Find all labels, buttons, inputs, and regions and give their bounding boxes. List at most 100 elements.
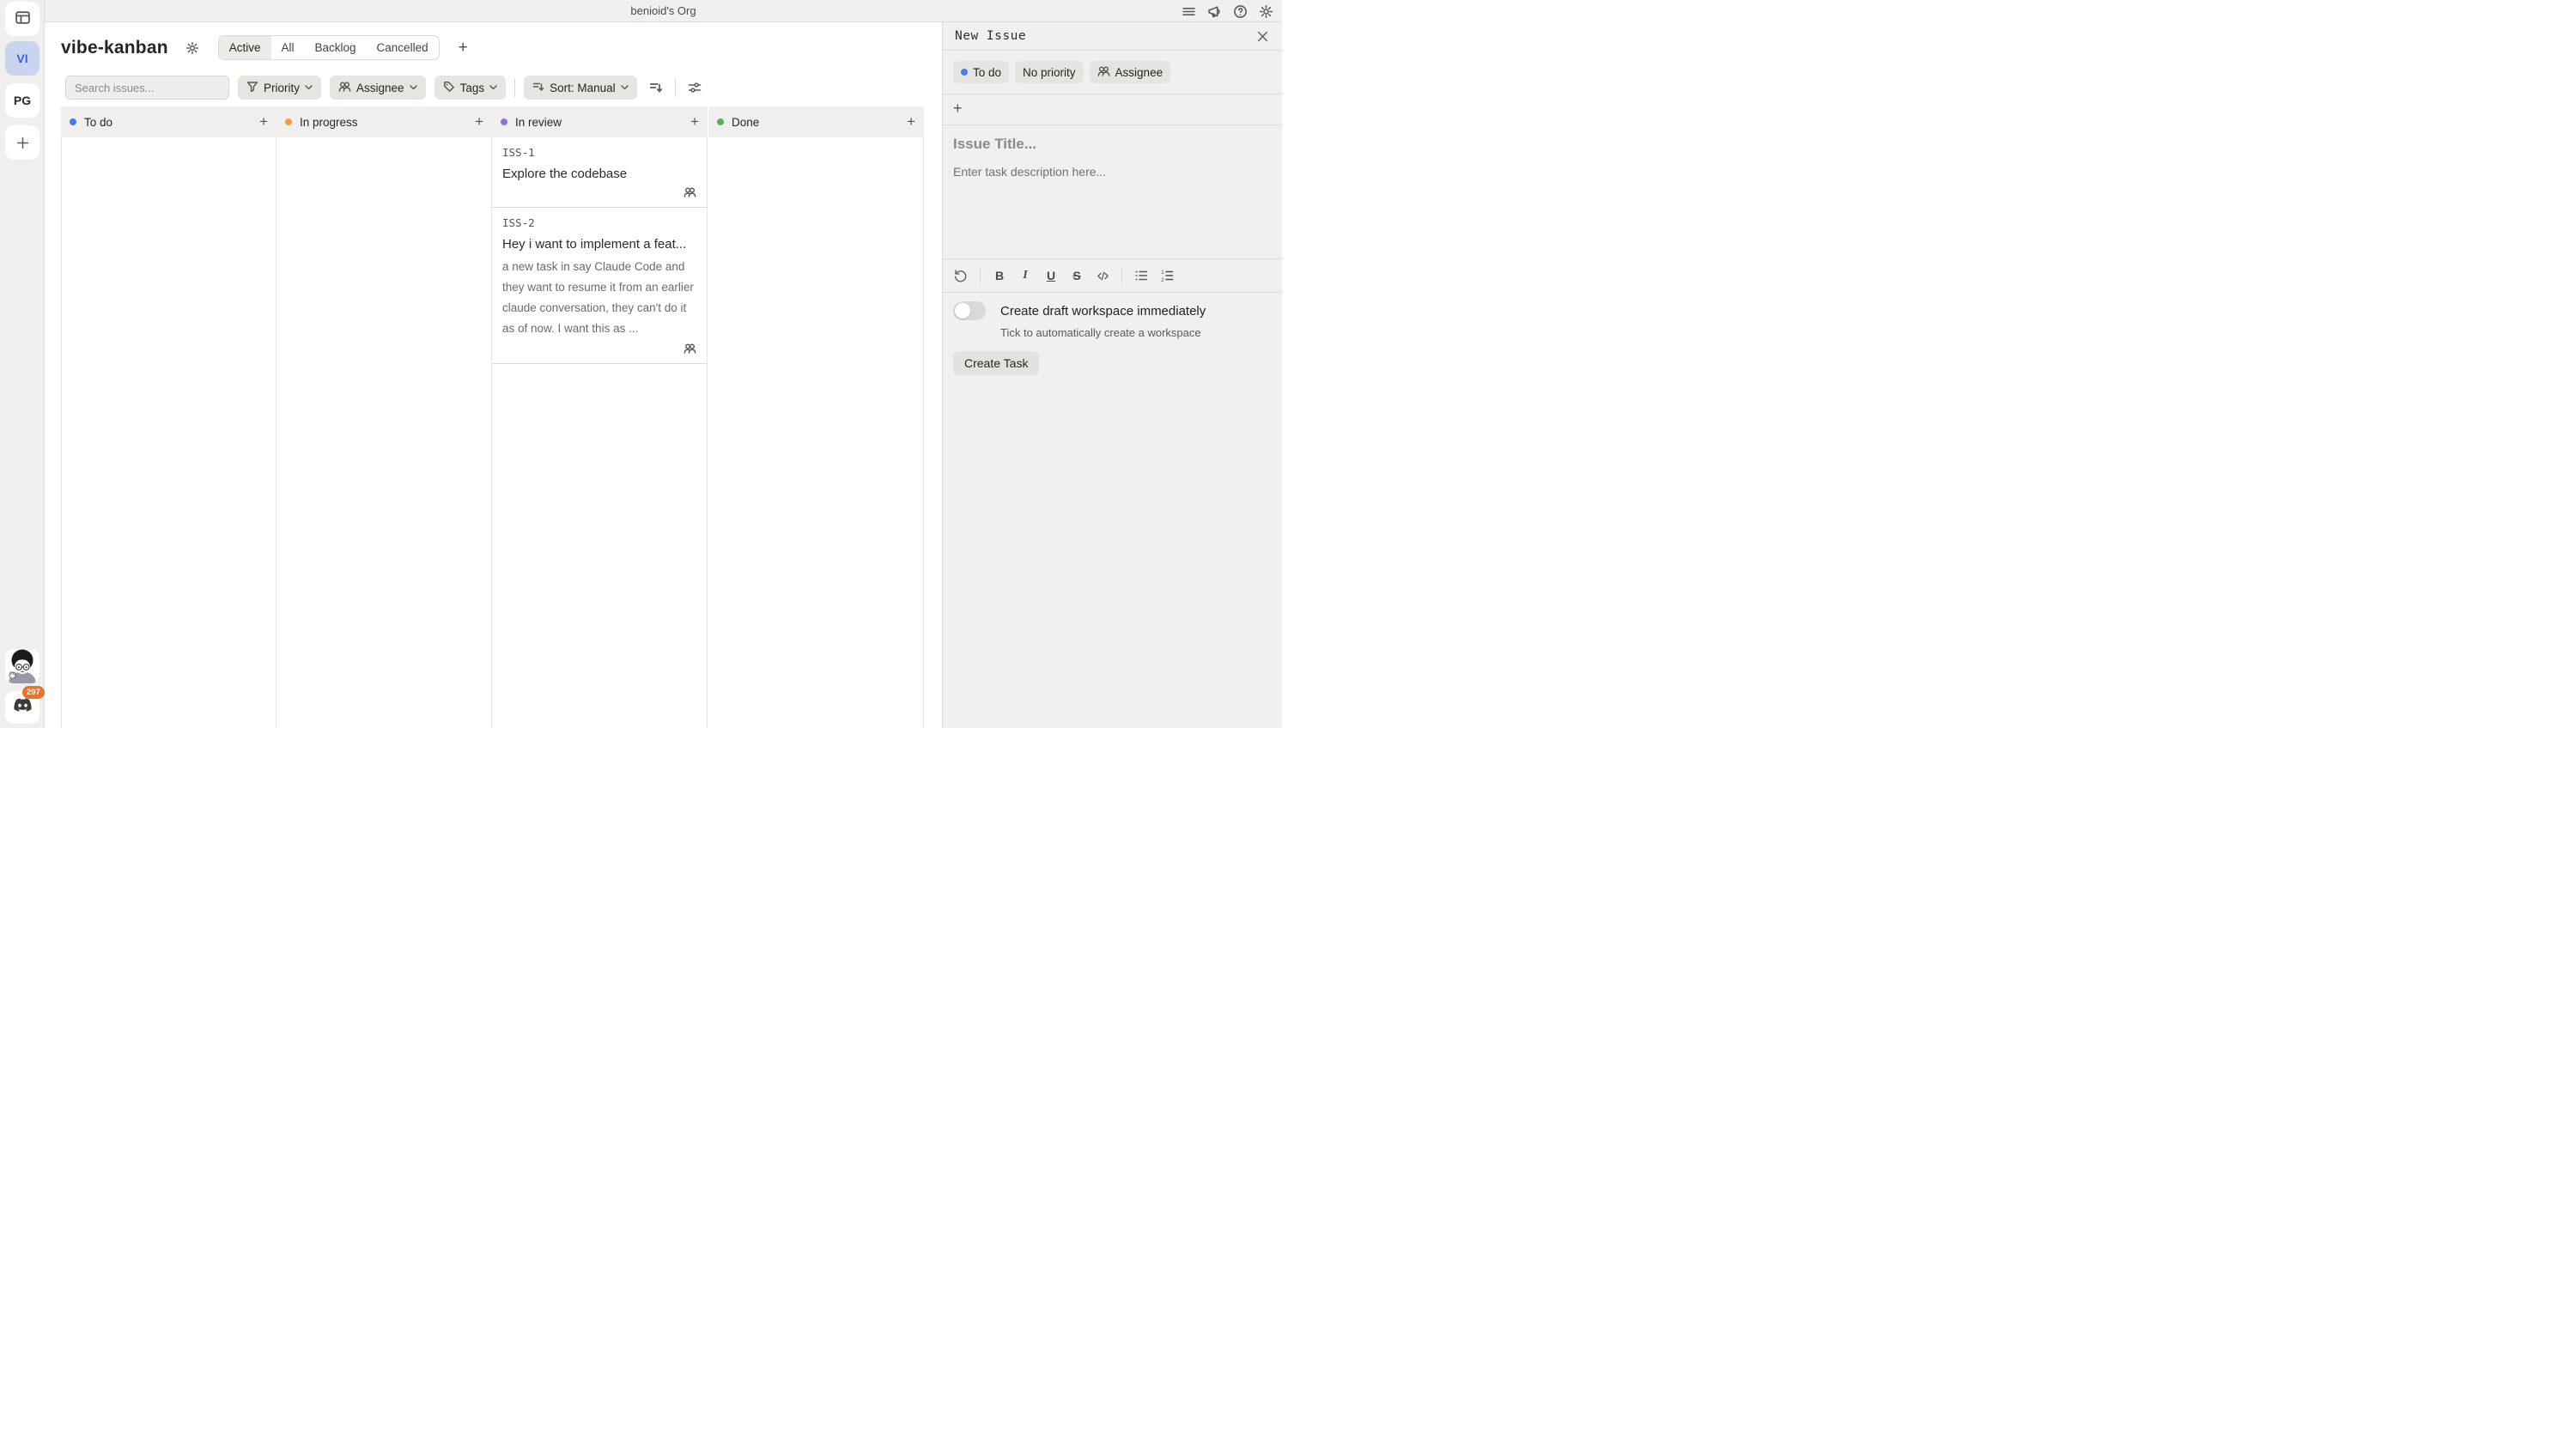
bullet-list-icon[interactable] <box>1130 264 1152 287</box>
status-chip[interactable]: To do <box>953 61 1009 83</box>
draft-workspace-toggle[interactable] <box>953 301 986 320</box>
sidebar-item-pg-workspace[interactable]: PG <box>5 83 39 118</box>
editor-area[interactable] <box>943 179 1282 258</box>
column-todo: To do + <box>61 106 276 728</box>
search-input[interactable] <box>65 76 229 100</box>
tab-cancelled[interactable]: Cancelled <box>367 36 439 59</box>
discord-icon <box>14 698 32 717</box>
new-issue-panel: New Issue To do No priority Assignee + <box>942 22 1282 728</box>
numbered-list-icon[interactable]: 12 <box>1156 264 1178 287</box>
board-title-row: vibe-kanban Active All Backlog Cancelled… <box>61 35 468 60</box>
close-icon[interactable] <box>1255 28 1270 44</box>
add-card-button[interactable]: + <box>907 113 915 130</box>
priority-filter-button[interactable]: Priority <box>238 76 321 100</box>
code-icon[interactable] <box>1091 264 1114 287</box>
column-header: To do + <box>61 106 276 137</box>
topbar: benioid's Org <box>45 0 1282 22</box>
issue-card[interactable]: ISS-2 Hey i want to implement a feat... … <box>492 207 707 363</box>
column-in-progress: In progress + <box>276 106 492 728</box>
undo-icon[interactable] <box>950 264 972 287</box>
add-workspace-button[interactable] <box>5 125 39 160</box>
column-name: To do <box>84 116 259 129</box>
column-body <box>708 137 924 728</box>
column-header: In review + <box>492 106 708 137</box>
column-name: In review <box>515 116 690 129</box>
priority-chip[interactable]: No priority <box>1015 61 1084 83</box>
sidebar-item-boards[interactable] <box>5 2 39 36</box>
column-header: Done + <box>708 106 924 137</box>
strikethrough-icon[interactable]: S <box>1066 264 1088 287</box>
draft-workspace-toggle-row: Create draft workspace immediately <box>943 293 1282 320</box>
megaphone-icon[interactable] <box>1207 4 1222 19</box>
toolbar-divider <box>675 78 676 97</box>
display-options-sliders-icon[interactable] <box>684 77 705 98</box>
chevron-down-icon <box>621 85 629 90</box>
chevron-down-icon <box>410 85 417 90</box>
org-title: benioid's Org <box>630 4 696 17</box>
sort-lines-icon <box>532 81 544 95</box>
project-title: vibe-kanban <box>61 38 168 58</box>
user-avatar[interactable] <box>5 649 39 683</box>
tag-icon <box>443 81 455 95</box>
status-dot <box>501 118 507 125</box>
help-icon[interactable] <box>1233 4 1248 19</box>
tab-active[interactable]: Active <box>219 36 271 59</box>
sort-button[interactable]: Sort: Manual <box>524 76 637 100</box>
italic-icon[interactable]: I <box>1014 264 1036 287</box>
priority-chip-label: No priority <box>1023 66 1076 79</box>
sidebar-item-label: VI <box>16 52 27 65</box>
chevron-down-icon <box>489 85 497 90</box>
column-body <box>276 137 492 728</box>
status-dot <box>961 69 968 76</box>
sidebar-item-label: PG <box>14 94 31 107</box>
app-window: benioid's Org VI PG <box>0 0 1282 728</box>
create-task-button[interactable]: Create Task <box>953 351 1039 375</box>
assignee-people-icon[interactable] <box>684 186 696 198</box>
underline-icon[interactable]: U <box>1040 264 1062 287</box>
board-layout-icon <box>15 9 31 28</box>
sidebar-item-vi-workspace[interactable]: VI <box>5 41 39 76</box>
status-dot <box>70 118 76 125</box>
sidebar: VI PG <box>0 0 45 728</box>
funnel-icon <box>246 81 258 95</box>
issue-title: Hey i want to implement a feat... <box>502 237 696 252</box>
issue-title-input[interactable]: Issue Title... <box>943 125 1282 153</box>
add-view-button[interactable]: + <box>459 39 468 58</box>
issue-id: ISS-2 <box>502 216 696 229</box>
assignee-chip[interactable]: Assignee <box>1090 61 1171 83</box>
assignee-filter-button[interactable]: Assignee <box>330 76 426 100</box>
tab-all[interactable]: All <box>271 36 305 59</box>
kanban-board: vibe-kanban Active All Backlog Cancelled… <box>45 22 942 728</box>
toolbar-divider <box>514 78 515 97</box>
people-icon <box>338 81 351 95</box>
panel-title: New Issue <box>955 29 1026 43</box>
settings-gear-icon[interactable] <box>1259 4 1273 19</box>
card-stack: ISS-1 Explore the codebase ISS-2 Hey i w… <box>492 137 707 364</box>
toggle-label: Create draft workspace immediately <box>1000 304 1206 318</box>
discord-notification-badge: 297 <box>22 686 45 699</box>
tags-filter-button[interactable]: Tags <box>434 76 507 100</box>
project-settings-gear-icon[interactable] <box>185 41 199 55</box>
add-card-button[interactable]: + <box>475 113 483 130</box>
add-card-button[interactable]: + <box>690 113 699 130</box>
issue-card[interactable]: ISS-1 Explore the codebase <box>492 137 707 207</box>
toolbar-divider <box>980 267 981 284</box>
menu-icon[interactable] <box>1182 4 1196 19</box>
column-body <box>61 137 276 728</box>
assignee-people-icon <box>1097 65 1110 80</box>
view-tabs: Active All Backlog Cancelled <box>218 35 440 60</box>
panel-header: New Issue <box>943 22 1282 51</box>
card-footer <box>502 186 696 200</box>
tab-backlog[interactable]: Backlog <box>305 36 367 59</box>
issue-description-input[interactable]: Enter task description here... <box>943 153 1282 179</box>
sort-direction-button[interactable] <box>646 77 666 98</box>
issue-title: Explore the codebase <box>502 167 696 181</box>
add-property-row: + <box>943 94 1282 124</box>
bold-icon[interactable]: B <box>988 264 1011 287</box>
chevron-down-icon <box>305 85 313 90</box>
add-property-button[interactable]: + <box>953 100 963 117</box>
editor-toolbar: B I U S 12 <box>943 258 1282 293</box>
topbar-icons <box>1182 0 1273 22</box>
assignee-people-icon[interactable] <box>684 343 696 355</box>
add-card-button[interactable]: + <box>259 113 268 130</box>
